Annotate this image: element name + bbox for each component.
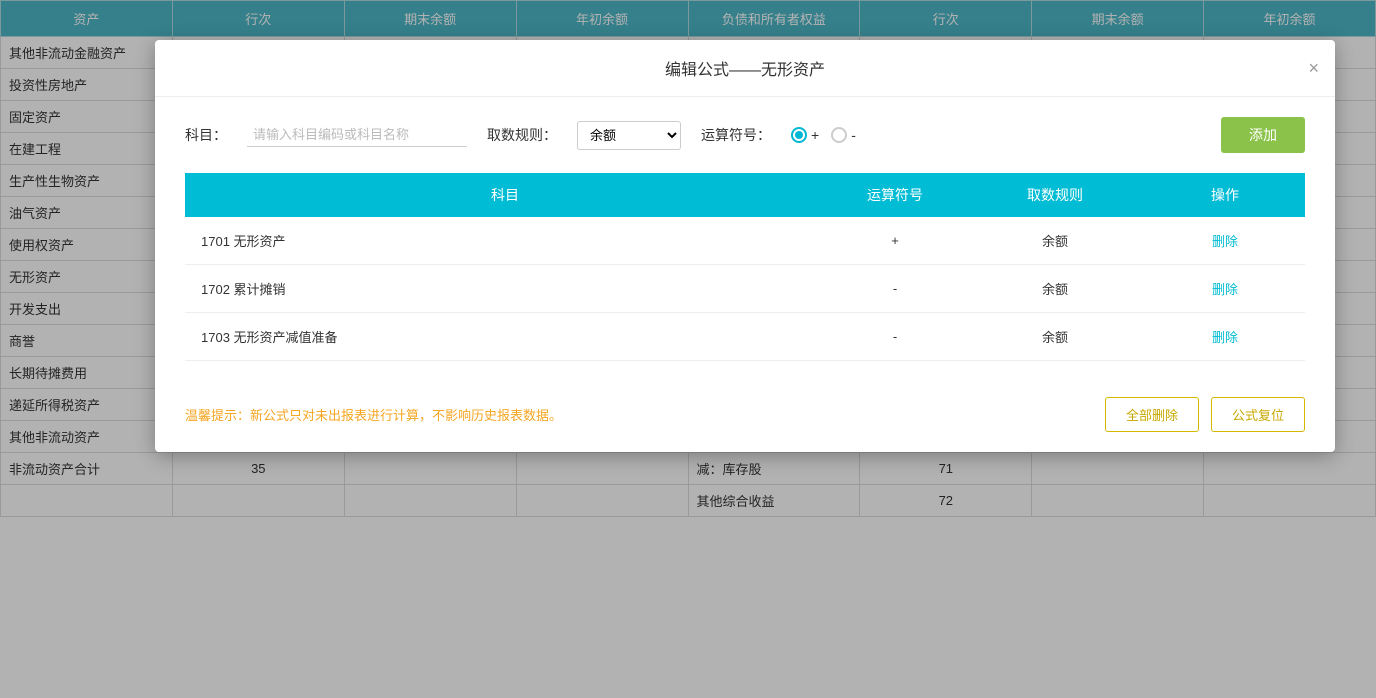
table-header-row: 科目 运算符号 取数规则 操作 bbox=[185, 173, 1305, 217]
th-action: 操作 bbox=[1145, 173, 1305, 217]
delete-link-2[interactable]: 删除 bbox=[1212, 330, 1238, 345]
operator-radio-group: + - bbox=[791, 127, 856, 143]
modal-close-button[interactable]: × bbox=[1308, 59, 1319, 77]
radio-minus-circle bbox=[831, 127, 847, 143]
radio-minus-label: - bbox=[851, 127, 856, 143]
delete-all-button[interactable]: 全部删除 bbox=[1105, 397, 1199, 432]
subject-label: 科目： bbox=[185, 125, 227, 145]
rule-label: 取数规则： bbox=[487, 125, 557, 145]
formula-action-cell: 删除 bbox=[1145, 313, 1305, 361]
edit-formula-modal: 编辑公式——无形资产 × 科目： 取数规则： 余额 借方 贷方 借方发生额 贷方… bbox=[155, 40, 1335, 452]
formula-table-row: 1703 无形资产减值准备 - 余额 删除 bbox=[185, 313, 1305, 361]
radio-minus[interactable]: - bbox=[831, 127, 856, 143]
modal-footer: 温馨提示：新公式只对未出报表进行计算，不影响历史报表数据。 全部删除 公式复位 bbox=[155, 381, 1335, 432]
th-subject: 科目 bbox=[185, 173, 825, 217]
formula-subject-cell: 1701 无形资产 bbox=[185, 217, 825, 265]
delete-link-0[interactable]: 删除 bbox=[1212, 234, 1238, 249]
radio-plus-circle bbox=[791, 127, 807, 143]
formula-operator-cell: - bbox=[825, 313, 965, 361]
formula-operator-cell: - bbox=[825, 265, 965, 313]
formula-table-wrapper: 科目 运算符号 取数规则 操作 1701 无形资产 + 余额 删除 1702 累… bbox=[185, 173, 1305, 361]
formula-rule-cell: 余额 bbox=[965, 265, 1145, 313]
formula-table-row: 1702 累计摊销 - 余额 删除 bbox=[185, 265, 1305, 313]
formula-subject-cell: 1702 累计摊销 bbox=[185, 265, 825, 313]
radio-plus-label: + bbox=[811, 127, 819, 143]
modal-header: 编辑公式——无形资产 × bbox=[155, 40, 1335, 97]
formula-action-cell: 删除 bbox=[1145, 265, 1305, 313]
footer-buttons: 全部删除 公式复位 bbox=[1105, 397, 1305, 432]
rule-select-group: 余额 借方 贷方 借方发生额 贷方发生额 bbox=[577, 121, 681, 150]
formula-action-cell: 删除 bbox=[1145, 217, 1305, 265]
th-rule: 取数规则 bbox=[965, 173, 1145, 217]
formula-subject-cell: 1703 无形资产减值准备 bbox=[185, 313, 825, 361]
modal-title: 编辑公式——无形资产 bbox=[665, 56, 825, 80]
delete-link-1[interactable]: 删除 bbox=[1212, 282, 1238, 297]
operator-label: 运算符号： bbox=[701, 125, 771, 145]
subject-input[interactable] bbox=[247, 123, 467, 147]
formula-form: 科目： 取数规则： 余额 借方 贷方 借方发生额 贷方发生额 运算符号： + -… bbox=[155, 97, 1335, 173]
reset-formula-button[interactable]: 公式复位 bbox=[1211, 397, 1305, 432]
rule-select[interactable]: 余额 借方 贷方 借方发生额 贷方发生额 bbox=[577, 121, 681, 150]
add-button[interactable]: 添加 bbox=[1221, 117, 1305, 153]
formula-rule-cell: 余额 bbox=[965, 313, 1145, 361]
formula-operator-cell: + bbox=[825, 217, 965, 265]
formula-table: 科目 运算符号 取数规则 操作 1701 无形资产 + 余额 删除 1702 累… bbox=[185, 173, 1305, 361]
radio-plus[interactable]: + bbox=[791, 127, 819, 143]
formula-table-row: 1701 无形资产 + 余额 删除 bbox=[185, 217, 1305, 265]
th-operator: 运算符号 bbox=[825, 173, 965, 217]
footer-tip: 温馨提示：新公式只对未出报表进行计算，不影响历史报表数据。 bbox=[185, 405, 562, 424]
formula-rule-cell: 余额 bbox=[965, 217, 1145, 265]
